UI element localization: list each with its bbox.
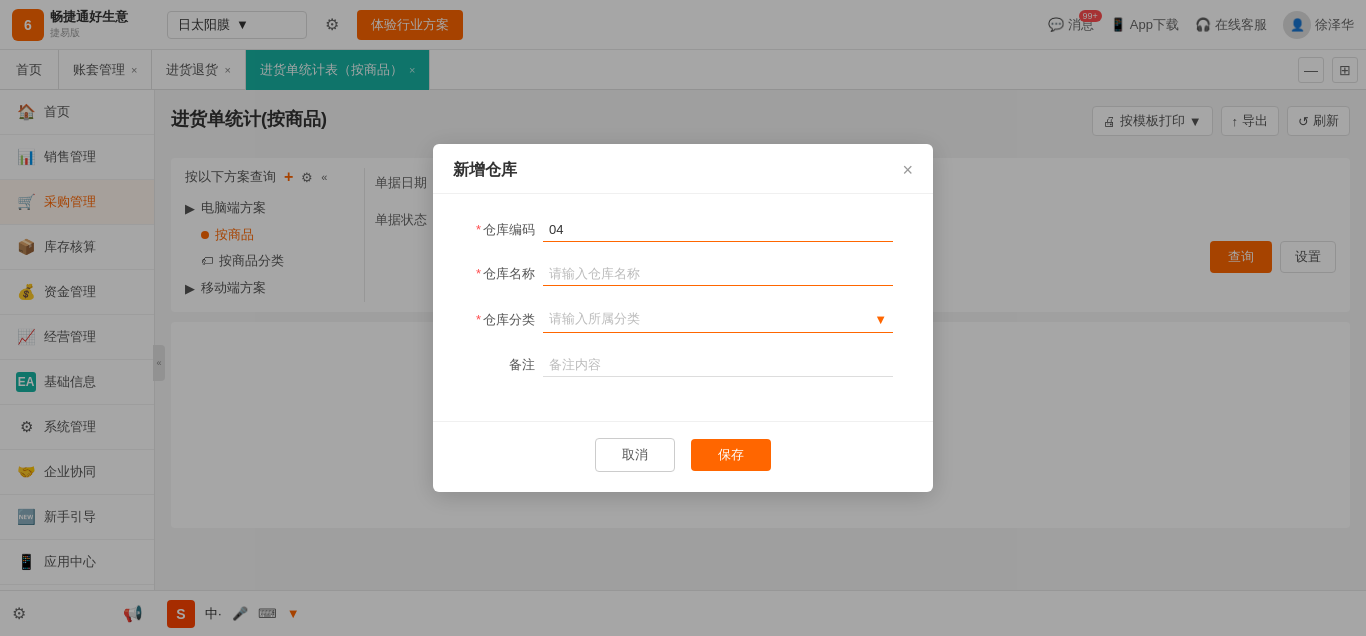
dialog-body: *仓库编码 *仓库名称 *仓库分类 请输入所属分类 ▼ bbox=[433, 194, 933, 421]
cancel-button[interactable]: 取消 bbox=[595, 438, 675, 472]
dialog-title: 新增仓库 bbox=[453, 160, 517, 181]
required-star-name: * bbox=[476, 266, 481, 281]
name-label: *仓库名称 bbox=[473, 265, 543, 283]
warehouse-category-select[interactable]: 请输入所属分类 ▼ bbox=[543, 306, 893, 333]
form-row-code: *仓库编码 bbox=[473, 218, 893, 242]
save-button[interactable]: 保存 bbox=[691, 439, 771, 471]
required-star-category: * bbox=[476, 312, 481, 327]
category-label: *仓库分类 bbox=[473, 311, 543, 329]
warehouse-name-input[interactable] bbox=[543, 262, 893, 286]
dialog-close-button[interactable]: × bbox=[902, 160, 913, 181]
category-placeholder: 请输入所属分类 bbox=[549, 310, 874, 328]
required-star: * bbox=[476, 222, 481, 237]
overlay: 新增仓库 × *仓库编码 *仓库名称 *仓库分类 bbox=[0, 0, 1366, 636]
dialog-header: 新增仓库 × bbox=[433, 144, 933, 194]
code-label: *仓库编码 bbox=[473, 221, 543, 239]
category-chevron-icon: ▼ bbox=[874, 312, 887, 327]
warehouse-code-input[interactable] bbox=[543, 218, 893, 242]
warehouse-remark-input[interactable] bbox=[543, 353, 893, 377]
add-warehouse-dialog: 新增仓库 × *仓库编码 *仓库名称 *仓库分类 bbox=[433, 144, 933, 492]
form-row-name: *仓库名称 bbox=[473, 262, 893, 286]
remark-label: 备注 bbox=[473, 356, 543, 374]
form-row-remark: 备注 bbox=[473, 353, 893, 377]
dialog-footer: 取消 保存 bbox=[433, 421, 933, 492]
form-row-category: *仓库分类 请输入所属分类 ▼ bbox=[473, 306, 893, 333]
